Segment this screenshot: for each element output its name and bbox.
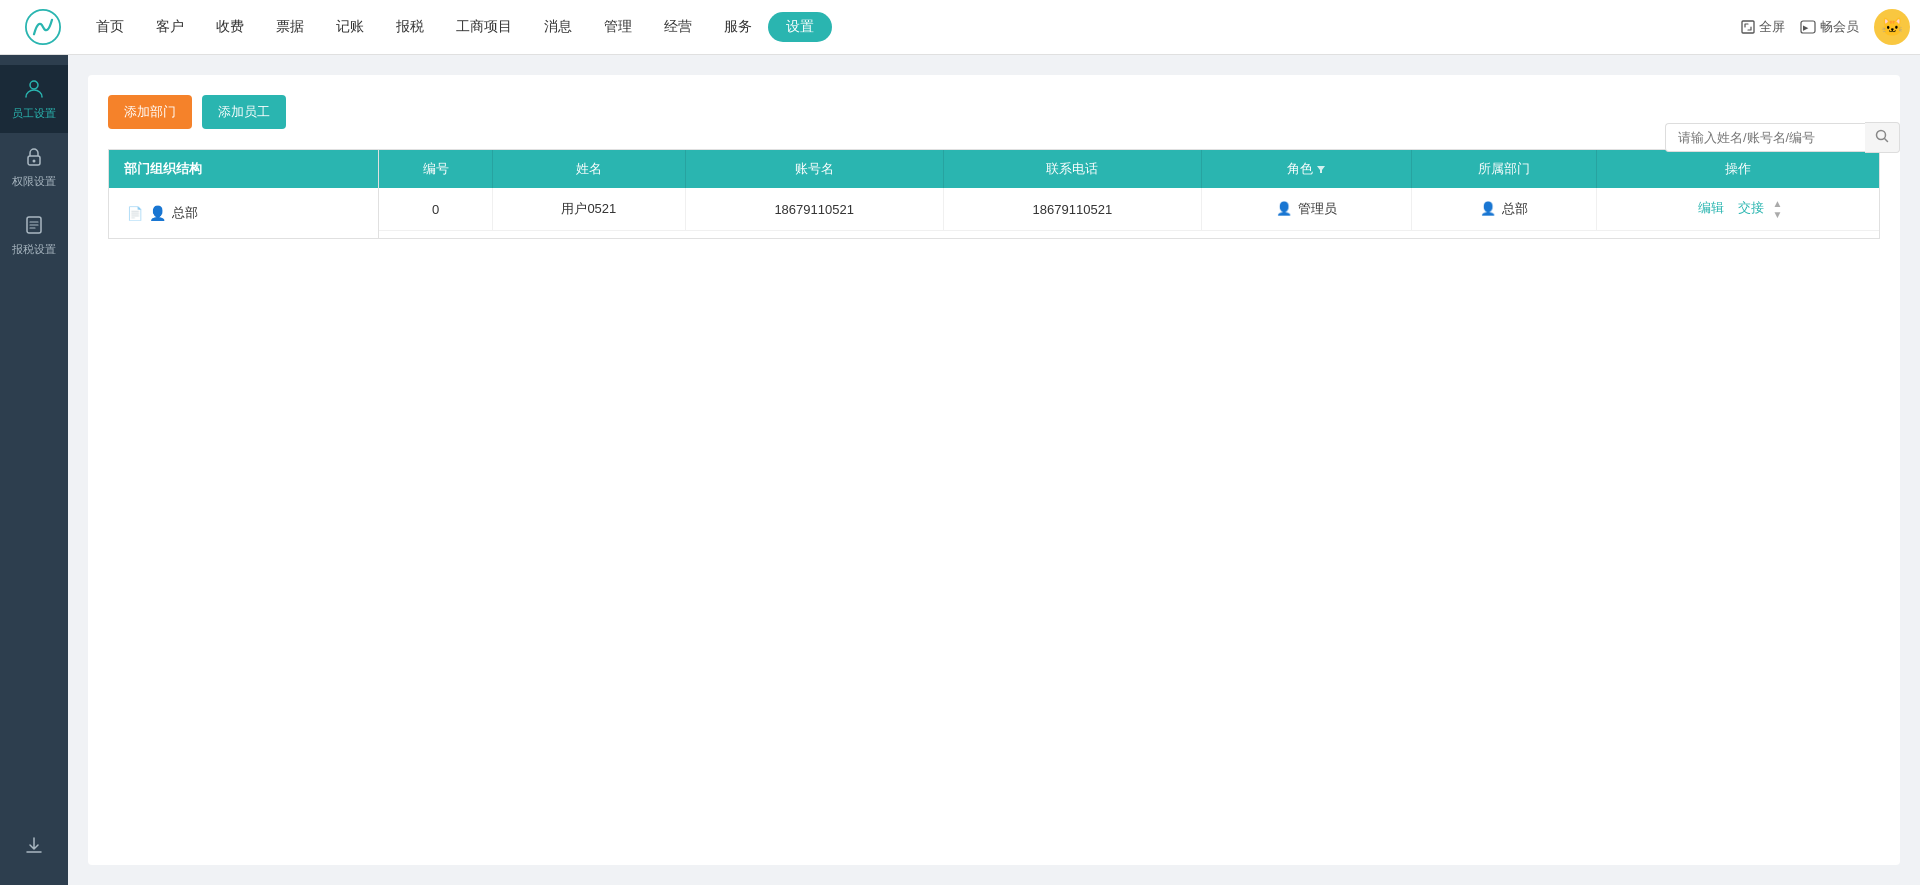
svg-marker-9 — [1317, 166, 1325, 173]
edit-button[interactable]: 编辑 — [1698, 200, 1724, 215]
filter-icon — [1316, 164, 1326, 174]
sidebar-item-permission-label: 权限设置 — [12, 174, 56, 189]
col-id: 编号 — [379, 150, 493, 188]
handover-button[interactable]: 交接 — [1738, 200, 1764, 215]
nav-customer[interactable]: 客户 — [140, 12, 200, 42]
scroll-up-arrow: ▲ — [1773, 198, 1783, 209]
main-area: 员工设置 权限设置 报税设置 — [0, 55, 1920, 885]
add-emp-button[interactable]: 添加员工 — [202, 95, 286, 129]
lock-icon — [22, 145, 46, 169]
person-icon — [22, 77, 46, 101]
dept-tree: 📄 👤 总部 — [109, 188, 378, 238]
download-icon — [22, 834, 46, 858]
content-inner: 添加部门 添加员工 部门组织结构 📄 👤 总部 — [88, 75, 1900, 865]
nav-manage[interactable]: 管理 — [588, 12, 648, 42]
col-phone: 联系电话 — [943, 150, 1201, 188]
vip-icon: ▶ — [1800, 20, 1816, 34]
col-role[interactable]: 角色 — [1201, 150, 1411, 188]
employee-table: 编号 姓名 账号名 联系电话 角色 — [379, 150, 1879, 231]
nav-operation[interactable]: 经营 — [648, 12, 708, 42]
col-action: 操作 — [1596, 150, 1879, 188]
cell-role: 👤 管理员 — [1201, 188, 1411, 231]
add-dept-button[interactable]: 添加部门 — [108, 95, 192, 129]
dept-person-icon: 👤 — [149, 205, 166, 221]
search-bar — [1665, 122, 1900, 153]
col-name: 姓名 — [493, 150, 685, 188]
nav-menu: 首页 客户 收费 票据 记账 报税 工商项目 消息 管理 经营 服务 设置 — [80, 12, 1741, 42]
nav-invoice[interactable]: 票据 — [260, 12, 320, 42]
role-filter-header: 角色 — [1210, 160, 1403, 178]
nav-message[interactable]: 消息 — [528, 12, 588, 42]
dept-panel-header: 部门组织结构 — [109, 150, 378, 188]
dept-tree-item[interactable]: 📄 👤 总部 — [119, 198, 368, 228]
svg-text:▶: ▶ — [1803, 24, 1809, 31]
fullscreen-button[interactable]: 全屏 — [1741, 18, 1785, 36]
nav-service[interactable]: 服务 — [708, 12, 768, 42]
fullscreen-label: 全屏 — [1759, 18, 1785, 36]
file-icon: 📄 — [127, 206, 143, 221]
dept-name: 总部 — [172, 204, 198, 222]
search-button[interactable] — [1865, 122, 1900, 153]
table-row: 0 用户0521 18679110521 18679110521 👤 管理员 👤 — [379, 188, 1879, 231]
sidebar-item-employee-settings[interactable]: 员工设置 — [0, 65, 68, 133]
sidebar-item-tax-settings[interactable]: 报税设置 — [0, 201, 68, 269]
search-input[interactable] — [1665, 123, 1865, 152]
sidebar: 员工设置 权限设置 报税设置 — [0, 55, 68, 885]
vip-button[interactable]: ▶ 畅会员 — [1800, 18, 1859, 36]
col-account: 账号名 — [685, 150, 943, 188]
sidebar-item-permission-settings[interactable]: 权限设置 — [0, 133, 68, 201]
tax-icon — [22, 213, 46, 237]
search-icon — [1875, 129, 1889, 143]
top-navigation: 首页 客户 收费 票据 记账 报税 工商项目 消息 管理 经营 服务 设置 全屏… — [0, 0, 1920, 55]
scroll-down-arrow: ▼ — [1773, 209, 1783, 220]
nav-home[interactable]: 首页 — [80, 12, 140, 42]
avatar[interactable]: 🐱 — [1874, 9, 1910, 45]
nav-billing[interactable]: 收费 — [200, 12, 260, 42]
svg-point-4 — [30, 81, 38, 89]
table-header-row: 编号 姓名 账号名 联系电话 角色 — [379, 150, 1879, 188]
table-panel: 编号 姓名 账号名 联系电话 角色 — [379, 150, 1879, 238]
nav-business[interactable]: 工商项目 — [440, 12, 528, 42]
vip-label: 畅会员 — [1820, 18, 1859, 36]
dept-name-icon: 👤 — [1480, 201, 1496, 216]
nav-settings[interactable]: 设置 — [768, 12, 832, 42]
dept-panel: 部门组织结构 📄 👤 总部 — [109, 150, 379, 238]
cell-dept: 👤 总部 — [1412, 188, 1597, 231]
nav-tax[interactable]: 报税 — [380, 12, 440, 42]
fullscreen-icon — [1741, 20, 1755, 34]
sidebar-item-tax-label: 报税设置 — [12, 242, 56, 257]
toolbar: 添加部门 添加员工 — [108, 95, 1880, 129]
cell-id: 0 — [379, 188, 493, 231]
sidebar-item-employee-label: 员工设置 — [12, 106, 56, 121]
cell-action: 编辑 交接 ▲ ▼ — [1596, 188, 1879, 231]
cell-account: 18679110521 — [685, 188, 943, 231]
top-nav-right: 全屏 ▶ 畅会员 🐱 — [1741, 9, 1910, 45]
role-person-icon: 👤 — [1276, 201, 1292, 216]
sidebar-item-download[interactable] — [22, 822, 46, 870]
scroll-arrows: ▲ ▼ — [1773, 198, 1783, 220]
svg-point-6 — [33, 160, 36, 163]
content-area: 添加部门 添加员工 部门组织结构 📄 👤 总部 — [68, 55, 1920, 885]
cell-name: 用户0521 — [493, 188, 685, 231]
col-dept: 所属部门 — [1412, 150, 1597, 188]
nav-accounting[interactable]: 记账 — [320, 12, 380, 42]
sidebar-bottom — [22, 822, 46, 885]
logo — [10, 9, 75, 45]
cell-phone: 18679110521 — [943, 188, 1201, 231]
body-layout: 部门组织结构 📄 👤 总部 编号 — [108, 149, 1880, 239]
svg-rect-1 — [1742, 21, 1754, 33]
